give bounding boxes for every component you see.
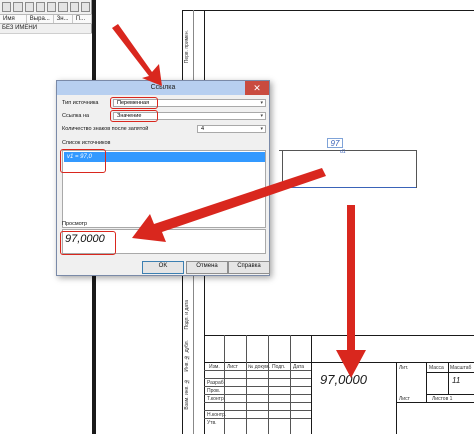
column-value[interactable]: Зн... bbox=[54, 15, 73, 23]
title-block-label: Листов 1 bbox=[432, 396, 453, 402]
title-block-row bbox=[204, 394, 311, 395]
frame-top bbox=[182, 10, 474, 11]
title-block-divider bbox=[426, 362, 427, 402]
variables-column-headers: Имя Выра... Зн... П... bbox=[0, 14, 92, 24]
title-block-label: Утв. bbox=[207, 420, 217, 426]
dimension-base-line bbox=[282, 187, 416, 188]
title-block-label: Разраб. bbox=[207, 380, 226, 386]
column-param[interactable]: П... bbox=[73, 15, 92, 23]
decimals-select[interactable]: 4 ▾ bbox=[197, 125, 266, 133]
title-block-divider bbox=[396, 362, 397, 434]
title-block-label: № докум. bbox=[248, 364, 270, 370]
toolbar-icon[interactable] bbox=[35, 2, 45, 12]
title-block-label: Т.контр. bbox=[207, 396, 226, 402]
title-block-scale: 11 bbox=[452, 376, 461, 385]
sources-list-label: Список источников bbox=[62, 140, 111, 146]
title-block-label: Лит. bbox=[399, 365, 409, 371]
title-block-label: Изм. bbox=[209, 364, 220, 370]
ok-button[interactable]: OK bbox=[142, 261, 184, 274]
extension-line-right bbox=[416, 150, 417, 188]
chevron-down-icon: ▾ bbox=[260, 100, 263, 106]
fx-icon[interactable] bbox=[2, 2, 12, 12]
cancel-button[interactable]: Отмена bbox=[186, 261, 228, 274]
highlight-box bbox=[110, 110, 158, 122]
column-name[interactable]: Имя bbox=[0, 15, 27, 23]
side-stamp-text: Взам. инв. № bbox=[184, 378, 190, 410]
dimension-variable: d1 bbox=[340, 149, 346, 155]
title-block-row bbox=[204, 386, 311, 387]
dimension-line bbox=[346, 150, 416, 151]
title-block-line bbox=[396, 402, 474, 403]
title-block-label: Масштаб bbox=[450, 365, 472, 371]
link-dialog: Ссылка ✕ Тип источника Переменная ▾ Ссыл… bbox=[56, 80, 270, 276]
decimals-value: 4 bbox=[201, 126, 205, 132]
title-block-col bbox=[246, 335, 247, 434]
title-block-label: Дата bbox=[293, 364, 305, 370]
title-block-col bbox=[268, 335, 269, 434]
toolbar-icon[interactable] bbox=[47, 2, 57, 12]
source-type-label: Тип источника bbox=[62, 100, 99, 106]
highlight-box bbox=[110, 97, 158, 109]
toolbar-icon[interactable] bbox=[24, 2, 34, 12]
help-button[interactable]: Справка bbox=[228, 261, 270, 274]
title-block-line bbox=[426, 362, 474, 363]
title-block-row bbox=[204, 402, 311, 403]
chevron-down-icon: ▾ bbox=[260, 126, 263, 132]
title-block-row bbox=[204, 378, 311, 379]
title-block-label: Масса bbox=[429, 365, 444, 371]
title-block-label: Пров. bbox=[207, 388, 221, 394]
toolbar-icon[interactable] bbox=[80, 2, 90, 12]
title-block-label: Подп. bbox=[272, 364, 286, 370]
title-block-divider bbox=[448, 362, 449, 394]
title-block-label: Лист bbox=[399, 396, 410, 402]
variables-toolbar bbox=[0, 0, 92, 14]
title-block-top bbox=[204, 335, 474, 336]
reference-label: Ссылка на bbox=[62, 113, 90, 119]
title-block-row bbox=[204, 418, 311, 419]
column-expression[interactable]: Выра... bbox=[27, 15, 54, 23]
extension-line-left bbox=[282, 150, 283, 188]
dimension-value[interactable]: 97 bbox=[327, 138, 343, 148]
toolbar-icon[interactable] bbox=[13, 2, 23, 12]
title-block-divider bbox=[311, 335, 312, 434]
title-block-col bbox=[290, 335, 291, 434]
title-block-label: Н.контр. bbox=[207, 412, 227, 418]
side-stamp-text: Инв. № дубл. bbox=[184, 340, 190, 372]
title-block-row bbox=[204, 410, 311, 411]
side-stamp-text: Подп. и дата bbox=[184, 300, 190, 330]
title-block-row bbox=[204, 370, 311, 371]
dialog-title: Ссылка bbox=[57, 81, 269, 95]
document-name: БЕЗ ИМЕНИ bbox=[2, 25, 38, 31]
toolbar-icon[interactable] bbox=[58, 2, 68, 12]
title-block-mass-value[interactable]: 97,0000 bbox=[320, 372, 367, 387]
decimals-label: Количество знаков после запятой bbox=[62, 126, 149, 132]
toolbar-icon[interactable] bbox=[69, 2, 79, 12]
side-stamp-text: Перв. примен. bbox=[184, 30, 190, 64]
title-block-label: Лист bbox=[227, 364, 238, 370]
highlight-box bbox=[60, 231, 116, 255]
preview-label: Просмотр bbox=[62, 221, 88, 227]
close-icon[interactable]: ✕ bbox=[245, 81, 269, 95]
chevron-down-icon: ▾ bbox=[260, 113, 263, 119]
title-block-line bbox=[426, 372, 474, 373]
highlight-box bbox=[60, 149, 106, 173]
title-block-line bbox=[426, 394, 474, 395]
